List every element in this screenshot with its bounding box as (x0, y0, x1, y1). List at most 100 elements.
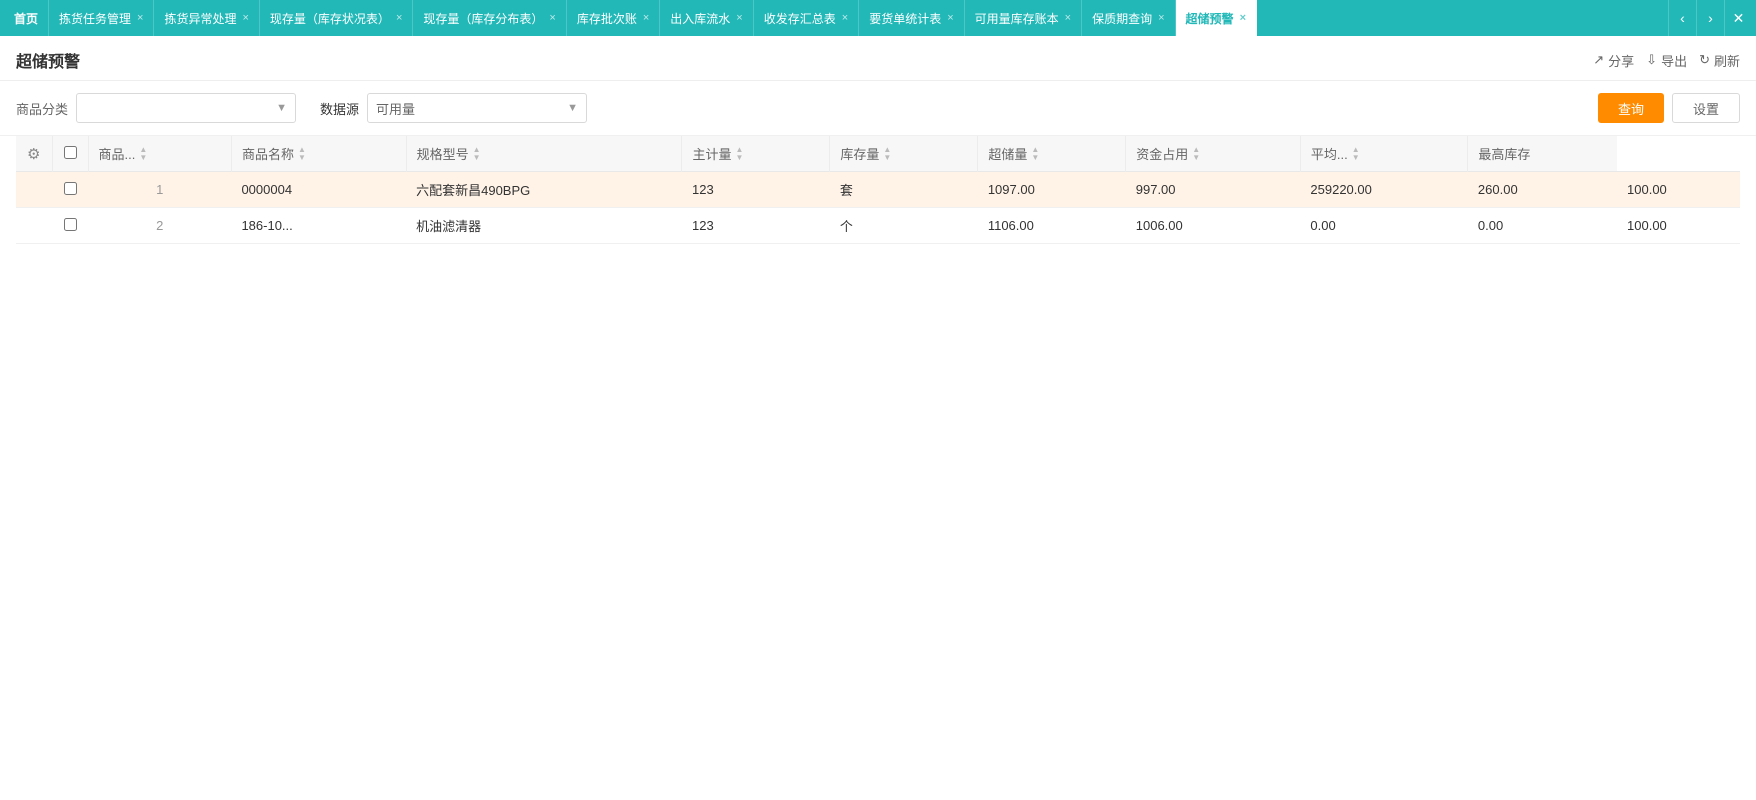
datasource-select[interactable]: 可用量 ▼ (367, 93, 587, 123)
header-actions: ↗ 分享 ⇩ 导出 ↻ 刷新 (1593, 51, 1740, 70)
table-gear-icon[interactable]: ⚙ (27, 146, 40, 163)
nav-arrows: ‹ › ✕ (1668, 0, 1752, 36)
category-filter: 商品分类 ▼ (16, 93, 296, 123)
td-avg: 260.00 (1468, 172, 1617, 208)
td-spec: 123 (682, 208, 830, 244)
page-container: 超储预警 ↗ 分享 ⇩ 导出 ↻ 刷新 商品分类 ▼ 数据源 (0, 36, 1756, 800)
th-product-code[interactable]: 商品... ▲▼ (88, 136, 231, 172)
td-product-code: 186-10... (231, 208, 406, 244)
nav-tab-batch[interactable]: 库存批次账× (567, 0, 660, 36)
th-capital[interactable]: 资金占用 ▲▼ (1126, 136, 1301, 172)
refresh-icon: ↻ (1699, 52, 1710, 68)
page-title: 超储预警 (16, 48, 80, 72)
sort-icon-product-name: ▲▼ (298, 146, 306, 162)
td-max-stock: 100.00 (1617, 208, 1740, 244)
settings-button[interactable]: 设置 (1672, 93, 1740, 123)
sort-icon-capital: ▲▼ (1192, 146, 1200, 162)
nav-left-arrow[interactable]: ‹ (1668, 0, 1696, 36)
share-icon: ↗ (1593, 52, 1604, 68)
sort-icon-avg: ▲▼ (1352, 146, 1360, 162)
td-row-settings (16, 172, 52, 208)
th-stock[interactable]: 库存量 ▲▼ (830, 136, 978, 172)
td-unit: 套 (830, 172, 978, 208)
nav-tab-expiry[interactable]: 保质期查询× (1082, 0, 1175, 36)
datasource-value: 可用量 (376, 99, 415, 118)
nav-tab-order-stat[interactable]: 要货单统计表× (859, 0, 964, 36)
th-product-name[interactable]: 商品名称 ▲▼ (231, 136, 406, 172)
select-all-checkbox[interactable] (64, 146, 77, 159)
export-icon: ⇩ (1646, 52, 1657, 68)
category-select-arrow: ▼ (276, 102, 287, 114)
td-product-name: 六配套新昌490BPG (406, 172, 682, 208)
td-row-num: 1 (88, 172, 231, 208)
page-header: 超储预警 ↗ 分享 ⇩ 导出 ↻ 刷新 (0, 36, 1756, 81)
th-spec[interactable]: 规格型号 ▲▼ (406, 136, 682, 172)
td-stock: 1097.00 (978, 172, 1126, 208)
query-button[interactable]: 查询 (1598, 93, 1664, 123)
td-capital: 259220.00 (1300, 172, 1468, 208)
nav-tab-home[interactable]: 首页 (4, 0, 49, 36)
filter-actions: 查询 设置 (1598, 93, 1740, 123)
close-tab-collect-icon[interactable]: × (842, 12, 848, 24)
sort-icon-overstock: ▲▼ (1031, 146, 1039, 162)
close-tab-stock-dist-icon[interactable]: × (549, 12, 555, 24)
th-unit[interactable]: 主计量 ▲▼ (682, 136, 830, 172)
td-unit: 个 (830, 208, 978, 244)
td-row-checkbox (52, 172, 88, 208)
table-header-row: ⚙ 商品... ▲▼ 商品名称 ▲▼ (16, 136, 1740, 172)
nav-tab-task[interactable]: 拣货任务管理× (49, 0, 154, 36)
nav-tab-inout[interactable]: 出入库流水× (660, 0, 753, 36)
nav-tab-abnormal[interactable]: 拣货异常处理× (154, 0, 259, 36)
sort-icon-spec: ▲▼ (473, 146, 481, 162)
td-stock: 1106.00 (978, 208, 1126, 244)
close-tab-overstock-icon[interactable]: × (1240, 12, 1246, 24)
th-avg[interactable]: 平均... ▲▼ (1300, 136, 1468, 172)
close-tab-expiry-icon[interactable]: × (1158, 12, 1164, 24)
close-tab-task-icon[interactable]: × (137, 12, 143, 24)
td-row-checkbox (52, 208, 88, 244)
th-overstock[interactable]: 超储量 ▲▼ (978, 136, 1126, 172)
export-button[interactable]: ⇩ 导出 (1646, 51, 1687, 70)
th-settings: ⚙ (16, 136, 52, 172)
refresh-button[interactable]: ↻ 刷新 (1699, 51, 1740, 70)
td-row-settings (16, 208, 52, 244)
td-overstock: 1006.00 (1126, 208, 1301, 244)
top-nav: 首页 拣货任务管理×拣货异常处理×现存量（库存状况表）×现存量（库存分布表）×库… (0, 0, 1756, 36)
sort-icon-stock: ▲▼ (883, 146, 891, 162)
nav-right-arrow[interactable]: › (1696, 0, 1724, 36)
nav-close-arrow[interactable]: ✕ (1724, 0, 1752, 36)
datasource-label: 数据源 (320, 99, 359, 118)
td-overstock: 997.00 (1126, 172, 1301, 208)
data-table: ⚙ 商品... ▲▼ 商品名称 ▲▼ (16, 136, 1740, 244)
nav-tab-overstock[interactable]: 超储预警× (1176, 0, 1257, 36)
filter-area: 商品分类 ▼ 数据源 可用量 ▼ 查询 设置 (0, 81, 1756, 136)
nav-tab-stock-status[interactable]: 现存量（库存状况表）× (260, 0, 413, 36)
nav-tab-collect[interactable]: 收发存汇总表× (754, 0, 859, 36)
table-row: 1 0000004 六配套新昌490BPG 123 套 1097.00 997.… (16, 172, 1740, 208)
row-checkbox-1[interactable] (64, 218, 77, 231)
td-capital: 0.00 (1300, 208, 1468, 244)
sort-icon-product-code: ▲▼ (139, 146, 147, 162)
nav-tab-stock-dist[interactable]: 现存量（库存分布表）× (413, 0, 566, 36)
close-tab-stock-status-icon[interactable]: × (396, 12, 402, 24)
close-tab-inout-icon[interactable]: × (736, 12, 742, 24)
td-product-code: 0000004 (231, 172, 406, 208)
category-select[interactable]: ▼ (76, 93, 296, 123)
nav-tab-available[interactable]: 可用量库存账本× (965, 0, 1082, 36)
close-tab-abnormal-icon[interactable]: × (242, 12, 248, 24)
close-tab-available-icon[interactable]: × (1065, 12, 1071, 24)
sort-icon-unit: ▲▼ (736, 146, 744, 162)
td-spec: 123 (682, 172, 830, 208)
td-avg: 0.00 (1468, 208, 1617, 244)
share-button[interactable]: ↗ 分享 (1593, 51, 1634, 70)
th-checkbox (52, 136, 88, 172)
datasource-filter: 数据源 可用量 ▼ (320, 93, 587, 123)
close-tab-batch-icon[interactable]: × (643, 12, 649, 24)
table-row: 2 186-10... 机油滤清器 123 个 1106.00 1006.00 … (16, 208, 1740, 244)
close-tab-order-stat-icon[interactable]: × (947, 12, 953, 24)
th-max-stock[interactable]: 最高库存 (1468, 136, 1617, 172)
td-max-stock: 100.00 (1617, 172, 1740, 208)
datasource-select-arrow: ▼ (567, 102, 578, 114)
table-area: ⚙ 商品... ▲▼ 商品名称 ▲▼ (0, 136, 1756, 244)
row-checkbox-0[interactable] (64, 182, 77, 195)
